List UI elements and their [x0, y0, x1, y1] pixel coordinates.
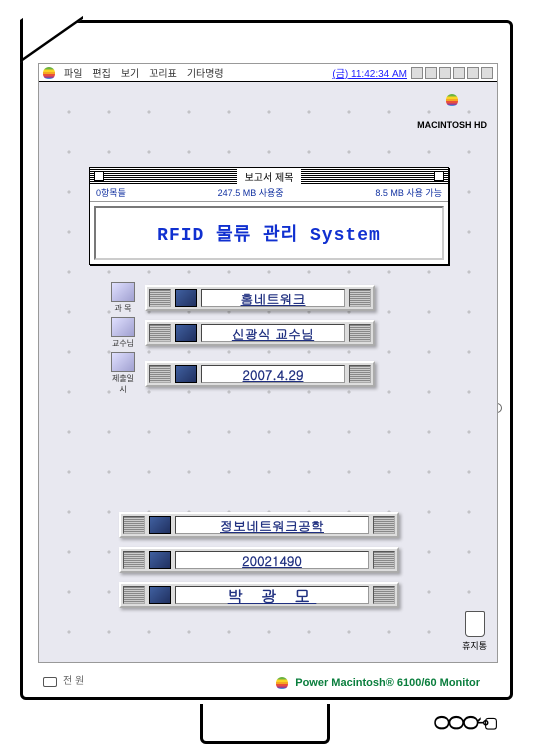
trash-label: 휴지통: [462, 639, 487, 652]
shield-icon: [175, 365, 197, 383]
bar-decor-icon: [149, 289, 171, 307]
tray-icon[interactable]: [481, 67, 493, 79]
bar-decor-icon: [349, 365, 371, 383]
info-bar: 정보네트워크공학: [119, 512, 399, 538]
apple-logo-icon: [276, 677, 288, 689]
bar-decor-icon: [123, 551, 145, 569]
menu-label[interactable]: 꼬리표: [144, 65, 182, 80]
window-info-bar: 0항목들 247.5 MB 사용중 8.5 MB 사용 가능: [90, 184, 448, 202]
info-bar: 신광식 교수님: [145, 320, 375, 346]
info-row-name: 박 광 모: [119, 582, 399, 608]
window-title: 보고서 제목: [237, 169, 302, 184]
apple-menu-icon[interactable]: [43, 67, 55, 79]
hard-disk-icon[interactable]: MACINTOSH HD: [417, 90, 487, 130]
menubar: 파일 편집 보기 꼬리표 기타명령 (금) 11:42:34 AM: [39, 64, 497, 82]
eye-icon: [111, 282, 135, 302]
finder-window[interactable]: 보고서 제목 0항목들 247.5 MB 사용중 8.5 MB 사용 가능 RF…: [89, 167, 449, 265]
menubar-clock[interactable]: (금) 11:42:34 AM: [332, 65, 407, 80]
monitor-model-label: Power Macintosh® 6100/60 Monitor: [276, 677, 480, 689]
menu-edit[interactable]: 편집: [87, 65, 115, 80]
bar-text: 20021490: [175, 551, 369, 569]
monitor-bezel: 파일 편집 보기 꼬리표 기타명령 (금) 11:42:34 AM: [20, 20, 513, 700]
disk-free: 8.5 MB 사용 가능: [375, 186, 442, 199]
info-row-professor: 교수님 신광식 교수님: [109, 317, 375, 349]
side-label: 제출일시: [109, 373, 137, 395]
calendar-icon: [111, 352, 135, 372]
side-icon-date[interactable]: 제출일시: [109, 352, 137, 395]
tray-icon[interactable]: [453, 67, 465, 79]
window-titlebar[interactable]: 보고서 제목: [90, 168, 448, 184]
menu-file[interactable]: 파일: [59, 65, 87, 80]
side-icon-subject[interactable]: 과 목: [109, 282, 137, 314]
shield-icon: [175, 289, 197, 307]
info-bar: 박 광 모: [119, 582, 399, 608]
bar-decor-icon: [349, 289, 371, 307]
bar-decor-icon: [349, 324, 371, 342]
shield-icon: [149, 516, 171, 534]
menu-special[interactable]: 기타명령: [182, 65, 229, 80]
side-icon-professor[interactable]: 교수님: [109, 317, 137, 349]
items-count: 0항목들: [96, 186, 126, 199]
bar-decor-icon: [373, 586, 395, 604]
info-bar: 20021490: [119, 547, 399, 573]
bar-decor-icon: [123, 586, 145, 604]
info-row-id: 20021490: [119, 547, 399, 573]
bar-text: 신광식 교수님: [201, 324, 345, 342]
power-button-icon[interactable]: [43, 677, 57, 687]
bar-text: 정보네트워크공학: [175, 516, 369, 534]
menubar-tray: [407, 67, 493, 79]
side-label: 교수님: [109, 338, 137, 349]
bar-text: 2007.4.29: [201, 365, 345, 383]
tray-icon[interactable]: [467, 67, 479, 79]
desktop[interactable]: MACINTOSH HD 휴지통 보고서 제목 0항목들 247.5 MB: [39, 82, 497, 662]
bar-decor-icon: [373, 551, 395, 569]
cable-icon: ℺℺℺⊸▢: [433, 710, 493, 734]
monitor-stand: [200, 704, 330, 744]
system-title: RFID 물류 관리 System: [104, 220, 434, 246]
close-box-icon[interactable]: [94, 171, 104, 181]
bar-decor-icon: [373, 516, 395, 534]
info-row-date: 제출일시 2007.4.29: [109, 352, 375, 395]
side-label: 과 목: [109, 303, 137, 314]
info-bar: 홈네트워크: [145, 285, 375, 311]
tray-icon[interactable]: [439, 67, 451, 79]
disk-used: 247.5 MB 사용중: [218, 186, 284, 199]
menu-view[interactable]: 보기: [116, 65, 144, 80]
zoom-box-icon[interactable]: [434, 171, 444, 181]
info-bar: 2007.4.29: [145, 361, 375, 387]
bar-decor-icon: [149, 324, 171, 342]
bar-decor-icon: [123, 516, 145, 534]
tray-icon[interactable]: [425, 67, 437, 79]
power-label: 전 원: [63, 672, 84, 687]
hard-disk-label: MACINTOSH HD: [417, 120, 487, 130]
screen: 파일 편집 보기 꼬리표 기타명령 (금) 11:42:34 AM: [38, 63, 498, 663]
info-row-subject: 과 목 홈네트워크: [109, 282, 375, 314]
shield-icon: [149, 586, 171, 604]
bar-decor-icon: [149, 365, 171, 383]
shield-icon: [175, 324, 197, 342]
monitor-frame: 파일 편집 보기 꼬리표 기타명령 (금) 11:42:34 AM: [0, 0, 533, 754]
bar-text: 박 광 모: [175, 586, 369, 604]
bar-text: 홈네트워크: [201, 289, 345, 307]
window-body: RFID 물류 관리 System: [94, 206, 444, 260]
trash-icon[interactable]: 휴지통: [462, 611, 487, 652]
person-icon: [111, 317, 135, 337]
info-row-dept: 정보네트워크공학: [119, 512, 399, 538]
tray-icon[interactable]: [411, 67, 423, 79]
shield-icon: [149, 551, 171, 569]
